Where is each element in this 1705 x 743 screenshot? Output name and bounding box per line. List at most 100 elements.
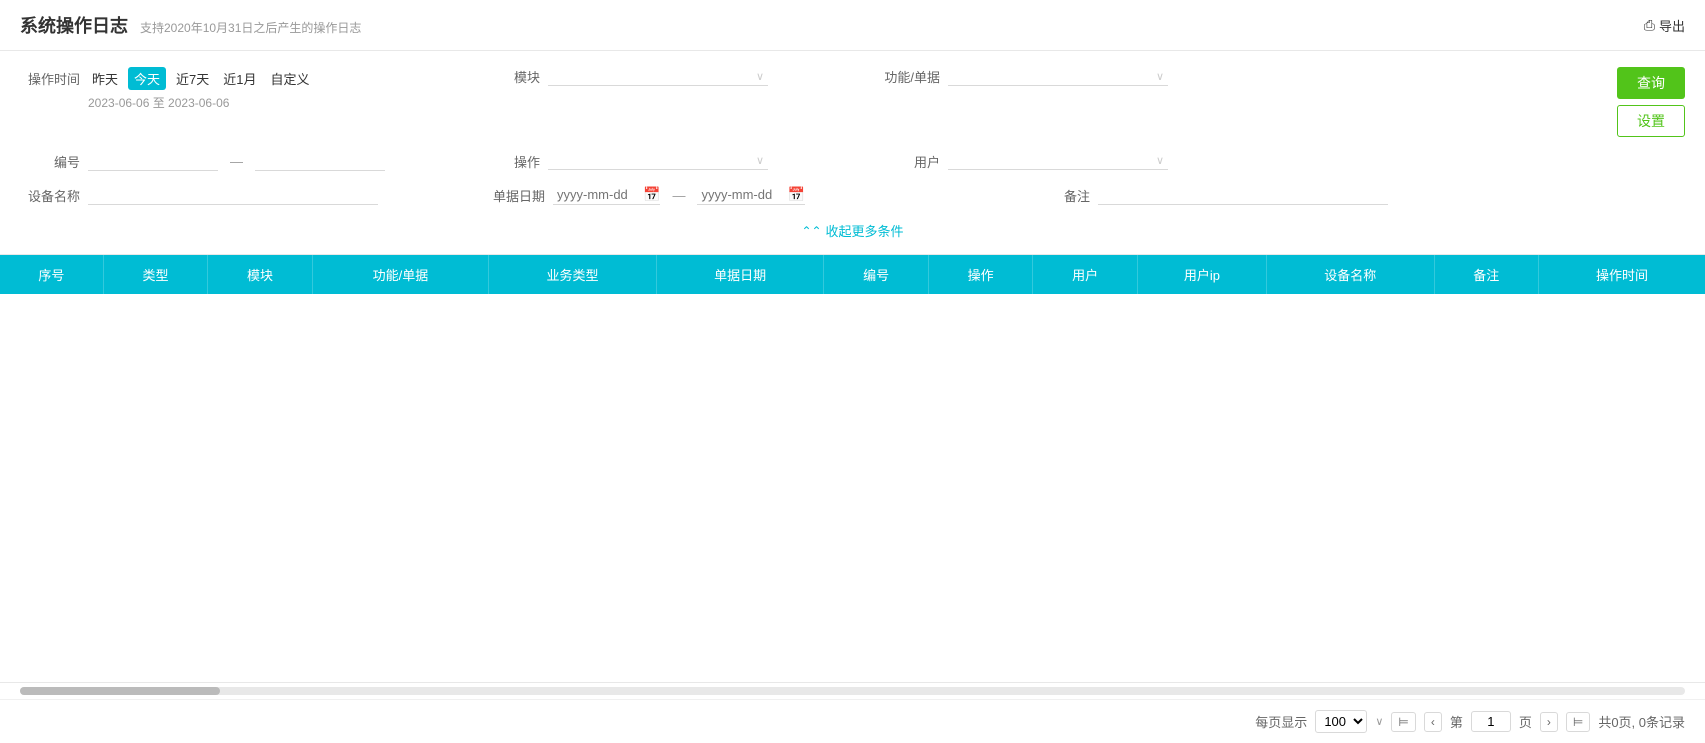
time-btn-today[interactable]: 今天	[128, 67, 166, 90]
col-remark: 备注	[1434, 255, 1538, 294]
date-end-input[interactable]	[697, 185, 787, 204]
table-container: 序号 类型 模块 功能/单据 业务类型 单据日期 编号 操作 用户 用户ip 设…	[0, 255, 1705, 682]
page-number-input[interactable]	[1471, 711, 1511, 732]
total-text: 共0页, 0条记录	[1598, 712, 1685, 731]
filter-row-1: 操作时间 昨天 今天 近7天 近1月 自定义 2023-06-06 至 2023…	[20, 67, 1685, 137]
page-size-select[interactable]: 50 100 200	[1315, 710, 1367, 733]
col-voucher-date: 单据日期	[656, 255, 824, 294]
filter-row-2: 编号 — 操作 ∨ 用户 ∨	[20, 151, 1685, 171]
pagination-bar: 每页显示 50 100 200 ∨ ⊨ ‹ 第 页 › ⊨ 共0页, 0条记录	[0, 699, 1705, 743]
page-next-button[interactable]: ›	[1540, 712, 1558, 732]
remark-input[interactable]	[1098, 185, 1388, 205]
query-button[interactable]: 查询	[1617, 67, 1685, 99]
scrollbar-area	[0, 682, 1705, 699]
page-title: 系统操作日志	[20, 12, 128, 38]
filter-area: 操作时间 昨天 今天 近7天 近1月 自定义 2023-06-06 至 2023…	[0, 51, 1705, 255]
header-left: 系统操作日志 支持2020年10月31日之后产生的操作日志	[20, 12, 361, 38]
device-label: 设备名称	[20, 186, 80, 205]
operation-chevron-icon: ∨	[756, 154, 764, 167]
scrollbar-thumb[interactable]	[20, 687, 220, 695]
operation-select[interactable]: ∨	[548, 152, 768, 170]
col-module: 模块	[208, 255, 312, 294]
voucher-date-label: 单据日期	[480, 186, 545, 205]
module-select[interactable]: ∨	[548, 68, 768, 86]
scrollbar-track	[20, 687, 1685, 695]
page-wrapper: 系统操作日志 支持2020年10月31日之后产生的操作日志 ⎙ 导出 操作时间 …	[0, 0, 1705, 743]
code-filter-section: 编号 —	[20, 151, 460, 171]
export-icon: ⎙	[1644, 17, 1655, 34]
time-range-text: 2023-06-06 至 2023-06-06	[88, 94, 314, 111]
time-btn-yesterday[interactable]: 昨天	[88, 67, 122, 90]
export-label: 导出	[1659, 16, 1685, 35]
operation-label: 操作	[480, 152, 540, 171]
remark-label: 备注	[1030, 186, 1090, 205]
page-label: 第	[1450, 712, 1463, 731]
voucher-date-section: 单据日期 📅 — 📅	[460, 185, 990, 205]
collapse-row: ⌃⌃ 收起更多条件	[20, 213, 1685, 244]
collapse-chevron-icon: ⌃⌃	[801, 224, 821, 238]
time-label: 操作时间	[20, 67, 80, 88]
operation-filter-section: 操作 ∨	[460, 152, 840, 171]
header-row: 序号 类型 模块 功能/单据 业务类型 单据日期 编号 操作 用户 用户ip 设…	[0, 255, 1705, 294]
time-filter-section: 操作时间 昨天 今天 近7天 近1月 自定义 2023-06-06 至 2023…	[20, 67, 460, 111]
time-buttons-wrapper: 昨天 今天 近7天 近1月 自定义 2023-06-06 至 2023-06-0…	[88, 67, 314, 111]
page-first-button[interactable]: ⊨	[1391, 712, 1415, 732]
col-op-time: 操作时间	[1539, 255, 1705, 294]
collapse-button[interactable]: ⌃⌃ 收起更多条件	[801, 221, 903, 240]
col-feature: 功能/单据	[312, 255, 488, 294]
page-size-chevron-icon: ∨	[1375, 715, 1383, 728]
user-select[interactable]: ∨	[948, 152, 1168, 170]
device-input[interactable]	[88, 185, 378, 205]
feature-select[interactable]: ∨	[948, 68, 1168, 86]
data-table: 序号 类型 模块 功能/单据 业务类型 单据日期 编号 操作 用户 用户ip 设…	[0, 255, 1705, 294]
page-header: 系统操作日志 支持2020年10月31日之后产生的操作日志 ⎙ 导出	[0, 0, 1705, 51]
date-end-wrapper: 📅	[697, 185, 804, 205]
filter-row-3: 设备名称 单据日期 📅 — 📅	[20, 185, 1685, 205]
module-filter-section: 模块 ∨	[460, 67, 840, 86]
calendar-start-icon[interactable]: 📅	[643, 186, 660, 203]
empty-area	[0, 294, 1705, 644]
col-biz-type: 业务类型	[489, 255, 657, 294]
code-dash: —	[230, 154, 243, 169]
col-index: 序号	[0, 255, 103, 294]
module-label: 模块	[480, 67, 540, 86]
table-header: 序号 类型 模块 功能/单据 业务类型 单据日期 编号 操作 用户 用户ip 设…	[0, 255, 1705, 294]
time-btn-custom[interactable]: 自定义	[267, 67, 314, 90]
page-last-button[interactable]: ⊨	[1566, 712, 1590, 732]
module-chevron-icon: ∨	[756, 70, 764, 83]
code-input-end[interactable]	[255, 151, 385, 171]
page-subtitle: 支持2020年10月31日之后产生的操作日志	[140, 19, 361, 36]
feature-filter-section: 功能/单据 ∨	[840, 67, 1597, 86]
user-chevron-icon: ∨	[1156, 154, 1164, 167]
date-dash: —	[672, 188, 685, 203]
remark-filter-section: 备注	[990, 185, 1685, 205]
date-picker-group: 📅 — 📅	[553, 185, 805, 205]
encoding-group: —	[88, 151, 385, 171]
col-operation: 操作	[928, 255, 1032, 294]
code-label: 编号	[20, 152, 80, 171]
settings-button[interactable]: 设置	[1617, 105, 1685, 137]
col-code: 编号	[824, 255, 928, 294]
per-page-label: 每页显示	[1255, 712, 1307, 731]
col-type: 类型	[103, 255, 207, 294]
action-buttons: 查询 设置	[1617, 67, 1685, 137]
col-user: 用户	[1033, 255, 1137, 294]
feature-chevron-icon: ∨	[1156, 70, 1164, 83]
page-unit: 页	[1519, 712, 1532, 731]
page-prev-button[interactable]: ‹	[1424, 712, 1442, 732]
calendar-end-icon[interactable]: 📅	[787, 186, 804, 203]
col-user-ip: 用户ip	[1137, 255, 1266, 294]
device-filter-section: 设备名称	[20, 185, 460, 205]
code-input-start[interactable]	[88, 151, 218, 171]
time-btn-7days[interactable]: 近7天	[172, 67, 213, 90]
date-start-wrapper: 📅	[553, 185, 660, 205]
date-start-input[interactable]	[553, 185, 643, 204]
time-buttons: 昨天 今天 近7天 近1月 自定义	[88, 67, 314, 90]
collapse-label: 收起更多条件	[826, 221, 904, 240]
col-device: 设备名称	[1266, 255, 1434, 294]
feature-label: 功能/单据	[880, 67, 940, 86]
user-label: 用户	[880, 152, 940, 171]
time-btn-1month[interactable]: 近1月	[219, 67, 260, 90]
user-filter-section: 用户 ∨	[840, 152, 1685, 171]
export-button[interactable]: ⎙ 导出	[1644, 16, 1685, 35]
